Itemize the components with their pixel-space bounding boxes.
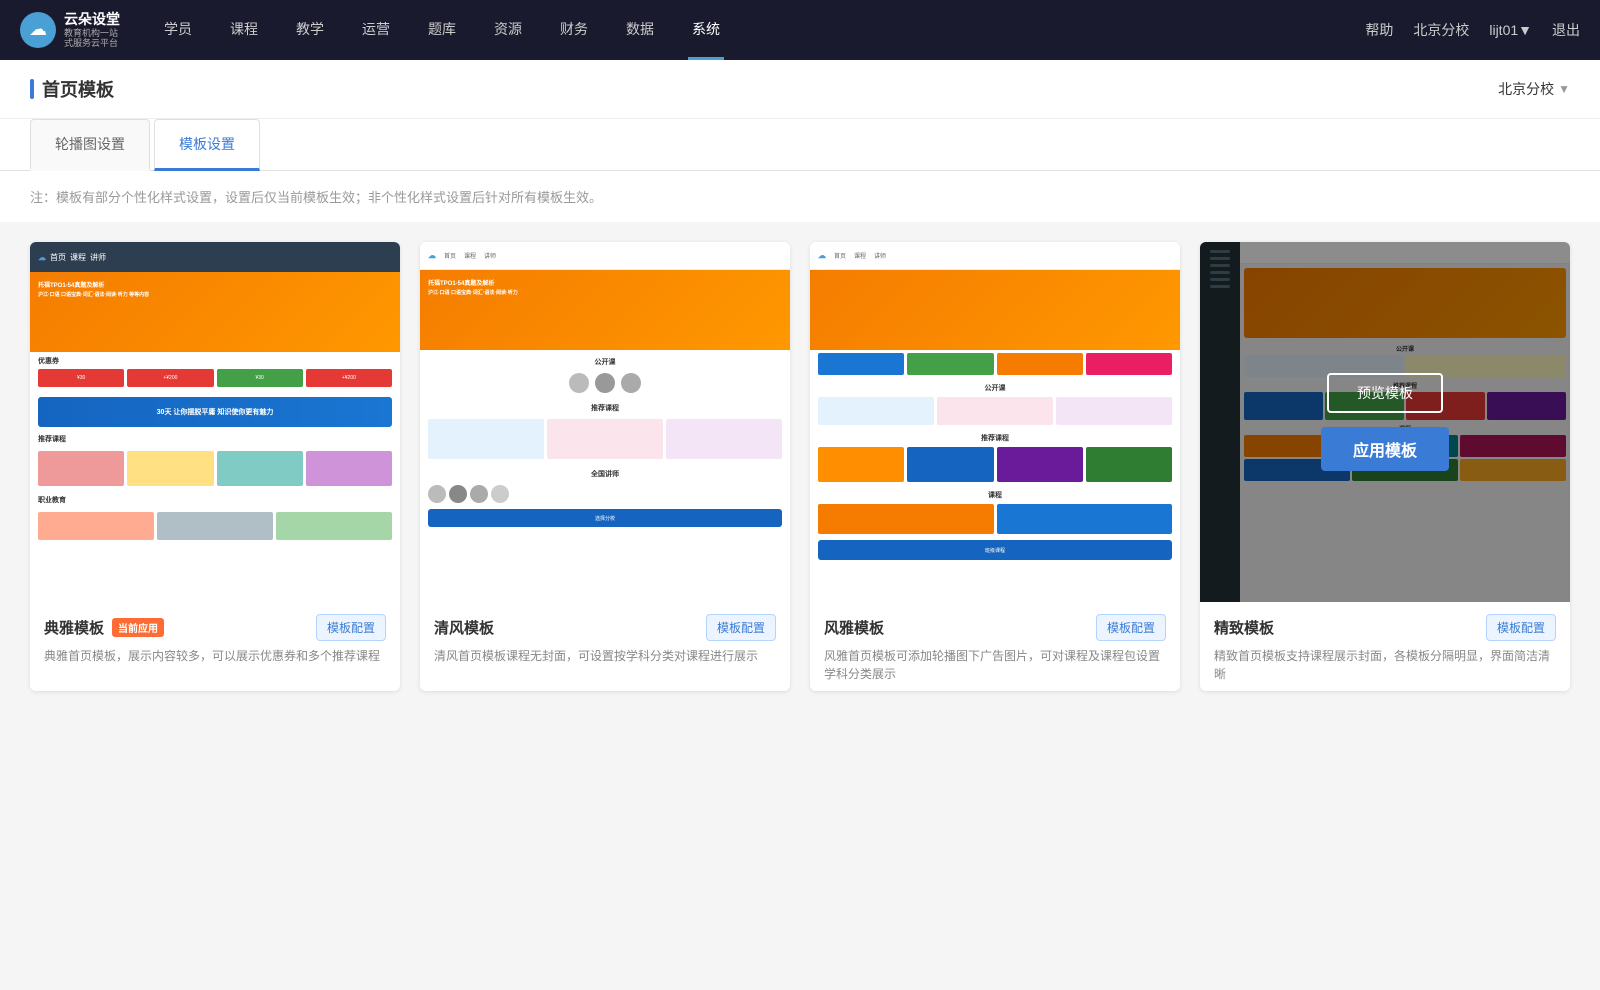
logout-button[interactable]: 退出 [1552,20,1580,40]
template-card-3: ☁ 首页课程讲师 公开课 [810,242,1180,691]
template-preview-3[interactable]: ☁ 首页课程讲师 公开课 [810,242,1180,602]
template-preview-1[interactable]: ☁ 首页课程讲师 托福TPO1-54真题及解析 沪江·口语 口语宝典·词汇·语法… [30,242,400,602]
preview-button-4[interactable]: 预览模板 [1327,373,1443,413]
template-title-4: 精致模板 [1214,617,1274,638]
tab-carousel[interactable]: 轮播图设置 [30,119,150,171]
template-card-1: ☁ 首页课程讲师 托福TPO1-54真题及解析 沪江·口语 口语宝典·词汇·语法… [30,242,400,691]
template-desc-3: 风雅首页模板可添加轮播图下广告图片，可对课程及课程包设置学科分类展示 [824,647,1166,683]
navbar: ☁ 云朵设堂 教育机构一站 式服务云平台 学员 课程 教学 运营 题库 资源 财… [0,0,1600,60]
nav-resources[interactable]: 资源 [490,0,526,60]
nav-teaching[interactable]: 教学 [292,0,328,60]
apply-button-4[interactable]: 应用模板 [1321,427,1449,471]
nav-operations[interactable]: 运营 [358,0,394,60]
nav-courses[interactable]: 课程 [226,0,262,60]
logo-text: 云朵设堂 教育机构一站 式服务云平台 [64,11,120,49]
tabs-container: 轮播图设置 模板设置 [0,119,1600,171]
template-overlay-4: 预览模板 应用模板 [1200,242,1570,602]
template-title-2: 清风模板 [434,617,494,638]
config-button-2[interactable]: 模板配置 [706,614,776,641]
template-desc-1: 典雅首页模板，展示内容较多，可以展示优惠券和多个推荐课程 [44,647,386,665]
tabs: 轮播图设置 模板设置 [30,119,1570,170]
branch-link[interactable]: 北京分校 [1413,20,1469,40]
template-footer-2: 清风模板 模板配置 清风首页模板课程无封面，可设置按学科分类对课程进行展示 [420,602,790,673]
page-title: 首页模板 [30,76,114,102]
template-card-4: 公开课 推荐课程 课程 [1200,242,1570,691]
nav-data[interactable]: 数据 [622,0,658,60]
template-preview-2[interactable]: ☁ 首页课程讲师 托福TPO1-54真题及解析 沪江·口语 口语宝典·词汇·语法… [420,242,790,602]
nav-menu: 学员 课程 教学 运营 题库 资源 财务 数据 系统 [160,0,1365,60]
template-preview-4[interactable]: 公开课 推荐课程 课程 [1200,242,1570,602]
current-badge-1: 当前应用 [112,618,164,637]
tab-template[interactable]: 模板设置 [154,119,260,171]
branch-dropdown-arrow: ▼ [1558,82,1570,96]
template-title-1: 典雅模板 当前应用 [44,617,164,638]
logo: ☁ 云朵设堂 教育机构一站 式服务云平台 [20,11,120,49]
content-area: ☁ 首页课程讲师 托福TPO1-54真题及解析 沪江·口语 口语宝典·词汇·语法… [0,222,1600,721]
nav-system[interactable]: 系统 [688,0,724,60]
user-menu[interactable]: lijt01▼ [1489,22,1532,38]
templates-grid: ☁ 首页课程讲师 托福TPO1-54真题及解析 沪江·口语 口语宝典·词汇·语法… [30,242,1570,691]
config-button-1[interactable]: 模板配置 [316,614,386,641]
template-title-3: 风雅模板 [824,617,884,638]
page-header: 首页模板 北京分校 ▼ [0,60,1600,119]
help-link[interactable]: 帮助 [1365,20,1393,40]
branch-selector[interactable]: 北京分校 ▼ [1498,79,1570,99]
nav-finance[interactable]: 财务 [556,0,592,60]
template-footer-4: 精致模板 模板配置 精致首页模板支持课程展示封面，各模板分隔明显，界面简洁清晰 [1200,602,1570,691]
template-card-2: ☁ 首页课程讲师 托福TPO1-54真题及解析 沪江·口语 口语宝典·词汇·语法… [420,242,790,691]
config-button-4[interactable]: 模板配置 [1486,614,1556,641]
template-footer-3: 风雅模板 模板配置 风雅首页模板可添加轮播图下广告图片，可对课程及课程包设置学科… [810,602,1180,691]
template-desc-2: 清风首页模板课程无封面，可设置按学科分类对课程进行展示 [434,647,776,665]
config-button-3[interactable]: 模板配置 [1096,614,1166,641]
navbar-right: 帮助 北京分校 lijt01▼ 退出 [1365,20,1580,40]
template-footer-1: 典雅模板 当前应用 模板配置 典雅首页模板，展示内容较多，可以展示优惠券和多个推… [30,602,400,673]
nav-students[interactable]: 学员 [160,0,196,60]
nav-questions[interactable]: 题库 [424,0,460,60]
note-text: 注：模板有部分个性化样式设置，设置后仅当前模板生效；非个性化样式设置后针对所有模… [0,171,1600,222]
logo-icon: ☁ [20,12,56,48]
template-desc-4: 精致首页模板支持课程展示封面，各模板分隔明显，界面简洁清晰 [1214,647,1556,683]
